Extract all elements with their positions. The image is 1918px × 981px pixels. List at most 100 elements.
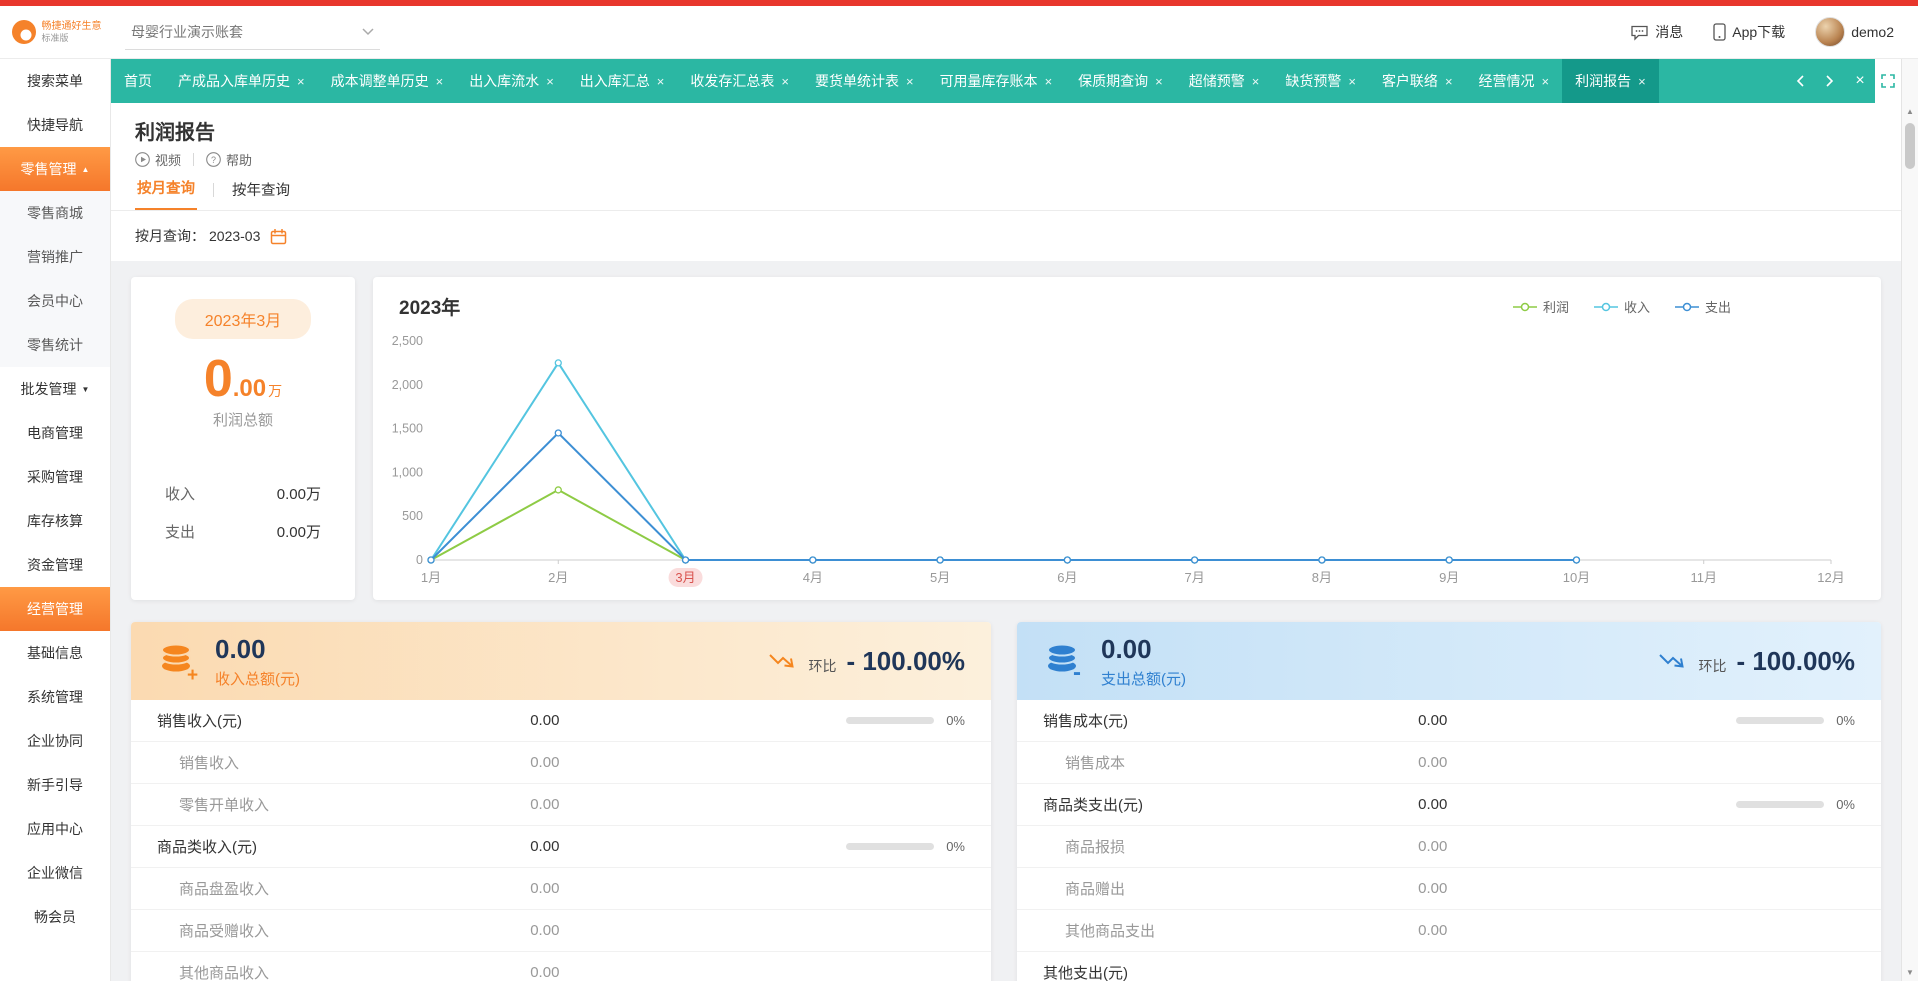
progress-percent: 0% — [1836, 797, 1855, 812]
tab-label: 客户联络 — [1381, 73, 1438, 89]
scroll-thumb[interactable] — [1905, 123, 1915, 169]
svg-text:+: + — [187, 665, 198, 682]
income-totals: 0.00 收入总额(元) — [215, 634, 300, 689]
tab-0[interactable]: 首页 — [111, 59, 165, 103]
tab-10[interactable]: 缺货预警 × — [1272, 59, 1369, 103]
tab-close-icon[interactable]: × — [1638, 74, 1646, 89]
tab-8[interactable]: 保质期查询 × — [1065, 59, 1176, 103]
logo-badge: 标准版 — [41, 32, 69, 43]
video-link[interactable]: 视频 — [135, 150, 181, 169]
sidebar-item-13[interactable]: 基础信息 — [0, 631, 110, 675]
message-icon — [1631, 25, 1648, 41]
scroll-down-icon[interactable]: ▼ — [1902, 968, 1918, 977]
sidebar-item-9[interactable]: 采购管理 — [0, 455, 110, 499]
tab-12[interactable]: 经营情况 × — [1466, 59, 1563, 103]
legend-item[interactable]: 利润 — [1512, 297, 1569, 316]
income-card: + 0.00 收入总额(元) 环比 - 100.00% 销售收入(元) 0.00… — [131, 622, 991, 981]
tab-close-icon[interactable]: × — [1155, 74, 1163, 89]
income-row: 销售收入 0.00 — [131, 742, 991, 784]
legend-marker-icon — [1512, 302, 1537, 311]
stat-row-value: 0.00 — [530, 838, 560, 855]
legend-item[interactable]: 收入 — [1593, 297, 1650, 316]
tabs-close-all-icon[interactable]: × — [1845, 59, 1875, 103]
tab-3[interactable]: 出入库流水 × — [456, 59, 567, 103]
tab-close-icon[interactable]: × — [436, 74, 444, 89]
page-scrollbar[interactable]: ▲ ▼ — [1901, 59, 1918, 981]
app-logo[interactable]: 畅捷通好生意 标准版 — [0, 18, 111, 46]
legend-label: 利润 — [1542, 300, 1569, 315]
sidebar-item-label: 应用中心 — [27, 821, 83, 837]
progress-percent: 0% — [946, 713, 965, 728]
user-menu[interactable]: demo2 — [1815, 17, 1894, 47]
tab-close-icon[interactable]: × — [906, 74, 914, 89]
sidebar-item-label: 会员中心 — [27, 293, 83, 309]
tab-scroll-right-icon[interactable] — [1815, 59, 1845, 103]
sidebar-item-14[interactable]: 系统管理 — [0, 675, 110, 719]
sidebar-item-12[interactable]: 经营管理 — [0, 587, 110, 631]
expense-row: 其他支出(元) — [1017, 952, 1881, 981]
tab-scroll-left-icon[interactable] — [1785, 59, 1815, 103]
help-icon: ? — [206, 152, 221, 167]
stat-row-value: 0.00 — [1418, 838, 1448, 855]
tab-label: 成本调整单历史 — [330, 73, 429, 89]
tab-close-icon[interactable]: × — [546, 74, 554, 89]
tab-13[interactable]: 利润报告 × — [1562, 59, 1659, 103]
tab-close-icon[interactable]: × — [1252, 74, 1260, 89]
fullscreen-icon[interactable] — [1875, 59, 1901, 103]
tab-list: 首页 产成品入库单历史 × 成本调整单历史 × 出入库流水 × 出入库汇总 × 收发存汇总表 × 要货… — [111, 59, 1785, 103]
tab-close-icon[interactable]: × — [657, 74, 665, 89]
tab-label: 出入库汇总 — [579, 73, 650, 89]
profit-total-unit: 万 — [268, 383, 283, 399]
sidebar-item-5[interactable]: 会员中心 — [0, 279, 110, 323]
tab-4[interactable]: 出入库汇总 × — [567, 59, 678, 103]
tab-6[interactable]: 要货单统计表 × — [802, 59, 927, 103]
account-select[interactable]: 母婴行业演示账套 — [125, 15, 380, 50]
tab-9[interactable]: 超储预警 × — [1176, 59, 1273, 103]
tab-5[interactable]: 收发存汇总表 × — [677, 59, 802, 103]
legend-marker-icon — [1674, 302, 1699, 311]
tab-close-icon[interactable]: × — [297, 74, 305, 89]
income-trend: 环比 - 100.00% — [768, 646, 965, 677]
sidebar-item-10[interactable]: 库存核算 — [0, 499, 110, 543]
sidebar-item-16[interactable]: 新手引导 — [0, 763, 110, 807]
svg-text:6月: 6月 — [1057, 570, 1077, 585]
scroll-up-icon[interactable]: ▲ — [1902, 107, 1918, 116]
sidebar-item-11[interactable]: 资金管理 — [0, 543, 110, 587]
messages-button[interactable]: 消息 — [1630, 22, 1683, 42]
tab-11[interactable]: 客户联络 × — [1369, 59, 1466, 103]
svg-text:2,000: 2,000 — [392, 378, 423, 392]
sidebar-item-4[interactable]: 营销推广 — [0, 235, 110, 279]
center-column: 首页 产成品入库单历史 × 成本调整单历史 × 出入库流水 × 出入库汇总 × 收发存汇总表 × 要货… — [111, 59, 1901, 981]
sidebar-item-19[interactable]: 畅会员 — [0, 895, 110, 939]
sidebar-item-18[interactable]: 企业微信 — [0, 851, 110, 895]
legend-item[interactable]: 支出 — [1674, 297, 1731, 316]
sidebar-item-1[interactable]: 快捷导航 — [0, 103, 110, 147]
stat-row-value: 0.00 — [1418, 880, 1448, 897]
tab-1[interactable]: 产成品入库单历史 × — [165, 59, 318, 103]
tab-yearly-query[interactable]: 按年查询 — [230, 179, 292, 210]
sidebar-item-8[interactable]: 电商管理 — [0, 411, 110, 455]
tab-close-icon[interactable]: × — [781, 74, 789, 89]
sidebar-item-0[interactable]: 搜索菜单 — [0, 59, 110, 103]
sidebar-item-17[interactable]: 应用中心 — [0, 807, 110, 851]
account-select-value: 母婴行业演示账套 — [131, 23, 243, 40]
tab-close-icon[interactable]: × — [1542, 74, 1550, 89]
sidebar-item-2[interactable]: 零售管理 ▲ — [0, 147, 110, 191]
summary-row-value: 0.00万 — [276, 523, 321, 541]
sidebar-item-6[interactable]: 零售统计 — [0, 323, 110, 367]
sidebar-item-3[interactable]: 零售商城 — [0, 191, 110, 235]
svg-text:4月: 4月 — [803, 570, 823, 585]
tab-close-icon[interactable]: × — [1445, 74, 1453, 89]
sidebar-item-15[interactable]: 企业协同 — [0, 719, 110, 763]
app-download-button[interactable]: App下载 — [1713, 22, 1785, 42]
calendar-icon[interactable] — [270, 228, 287, 245]
tab-2[interactable]: 成本调整单历史 × — [318, 59, 457, 103]
tab-monthly-query[interactable]: 按月查询 — [135, 177, 197, 210]
month-filter-value[interactable]: 2023-03 — [209, 228, 260, 244]
stat-row-value: 0.00 — [1418, 796, 1448, 813]
tab-close-icon[interactable]: × — [1045, 74, 1053, 89]
tab-close-icon[interactable]: × — [1348, 74, 1356, 89]
tab-7[interactable]: 可用量库存账本 × — [927, 59, 1066, 103]
help-link[interactable]: ? 帮助 — [206, 150, 252, 169]
sidebar-item-7[interactable]: 批发管理 ▼ — [0, 367, 110, 411]
